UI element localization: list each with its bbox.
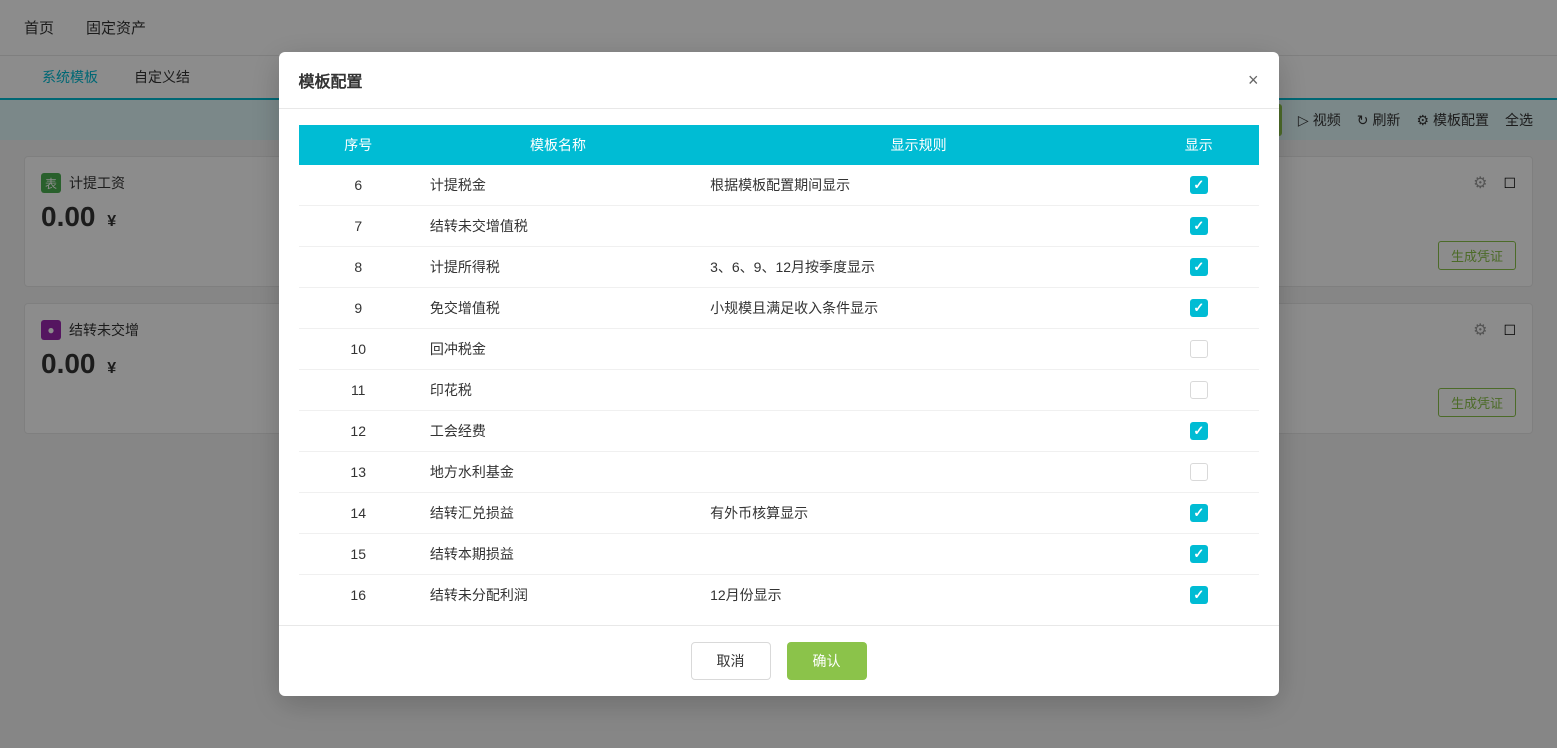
table-row: 15结转本期损益	[299, 534, 1259, 575]
row-name-1: 结转未交增值税	[418, 206, 698, 247]
modal-header: 模板配置 ×	[279, 52, 1279, 109]
row-check-5	[1139, 370, 1258, 411]
row-seq-3: 9	[299, 288, 418, 329]
modal-title: 模板配置	[299, 68, 363, 92]
row-name-3: 免交增值税	[418, 288, 698, 329]
row-seq-8: 14	[299, 493, 418, 534]
table-row: 14结转汇兑损益有外币核算显示	[299, 493, 1259, 534]
row-seq-10: 16	[299, 575, 418, 610]
row-rule-7	[698, 452, 1139, 493]
row-name-10: 结转未分配利润	[418, 575, 698, 610]
checkbox-checked-9[interactable]	[1190, 545, 1208, 563]
table-header-row: 序号 模板名称 显示规则 显示	[299, 125, 1259, 165]
row-check-1	[1139, 206, 1258, 247]
row-check-3	[1139, 288, 1258, 329]
checkbox-checked-3[interactable]	[1190, 299, 1208, 317]
row-name-6: 工会经费	[418, 411, 698, 452]
checkbox-checked-1[interactable]	[1190, 217, 1208, 235]
modal-footer: 取消 确认	[279, 625, 1279, 696]
table-scroll-container[interactable]: 序号 模板名称 显示规则 显示 6计提税金根据模板配置期间显示7结转未交增值税8…	[299, 109, 1259, 609]
table-row: 6计提税金根据模板配置期间显示	[299, 165, 1259, 206]
checkbox-checked-10[interactable]	[1190, 586, 1208, 604]
cancel-button[interactable]: 取消	[691, 642, 771, 680]
row-name-7: 地方水利基金	[418, 452, 698, 493]
row-check-2	[1139, 247, 1258, 288]
col-display: 显示	[1139, 125, 1258, 165]
checkbox-unchecked-7[interactable]	[1190, 463, 1208, 481]
row-rule-6	[698, 411, 1139, 452]
checkbox-checked-0[interactable]	[1190, 176, 1208, 194]
row-seq-7: 13	[299, 452, 418, 493]
checkbox-unchecked-4[interactable]	[1190, 340, 1208, 358]
row-check-4	[1139, 329, 1258, 370]
row-rule-9	[698, 534, 1139, 575]
checkbox-checked-6[interactable]	[1190, 422, 1208, 440]
table-row: 13地方水利基金	[299, 452, 1259, 493]
row-rule-0: 根据模板配置期间显示	[698, 165, 1139, 206]
checkbox-checked-2[interactable]	[1190, 258, 1208, 276]
table-row: 12工会经费	[299, 411, 1259, 452]
col-name: 模板名称	[418, 125, 698, 165]
table-row: 11印花税	[299, 370, 1259, 411]
checkbox-unchecked-5[interactable]	[1190, 381, 1208, 399]
row-name-4: 回冲税金	[418, 329, 698, 370]
col-rule: 显示规则	[698, 125, 1139, 165]
row-name-9: 结转本期损益	[418, 534, 698, 575]
row-rule-1	[698, 206, 1139, 247]
row-check-0	[1139, 165, 1258, 206]
row-rule-3: 小规模且满足收入条件显示	[698, 288, 1139, 329]
template-config-modal: 模板配置 × 序号 模板名称 显示规则 显示 6计提税金根据模板配置期间显	[279, 52, 1279, 696]
row-check-10	[1139, 575, 1258, 610]
row-seq-9: 15	[299, 534, 418, 575]
col-seq: 序号	[299, 125, 418, 165]
row-rule-4	[698, 329, 1139, 370]
row-check-7	[1139, 452, 1258, 493]
row-check-8	[1139, 493, 1258, 534]
table-body: 6计提税金根据模板配置期间显示7结转未交增值税8计提所得税3、6、9、12月按季…	[299, 165, 1259, 609]
modal-body: 序号 模板名称 显示规则 显示 6计提税金根据模板配置期间显示7结转未交增值税8…	[279, 109, 1279, 625]
modal-close-button[interactable]: ×	[1248, 71, 1259, 89]
row-name-8: 结转汇兑损益	[418, 493, 698, 534]
modal-overlay: 模板配置 × 序号 模板名称 显示规则 显示 6计提税金根据模板配置期间显	[0, 0, 1557, 748]
table-head: 序号 模板名称 显示规则 显示	[299, 125, 1259, 165]
table-row: 16结转未分配利润12月份显示	[299, 575, 1259, 610]
row-rule-2: 3、6、9、12月按季度显示	[698, 247, 1139, 288]
table-row: 8计提所得税3、6、9、12月按季度显示	[299, 247, 1259, 288]
table-row: 7结转未交增值税	[299, 206, 1259, 247]
confirm-button[interactable]: 确认	[787, 642, 867, 680]
row-seq-6: 12	[299, 411, 418, 452]
row-seq-2: 8	[299, 247, 418, 288]
checkbox-checked-8[interactable]	[1190, 504, 1208, 522]
row-name-2: 计提所得税	[418, 247, 698, 288]
row-name-5: 印花税	[418, 370, 698, 411]
row-seq-1: 7	[299, 206, 418, 247]
row-seq-5: 11	[299, 370, 418, 411]
row-seq-4: 10	[299, 329, 418, 370]
row-check-9	[1139, 534, 1258, 575]
row-check-6	[1139, 411, 1258, 452]
config-table: 序号 模板名称 显示规则 显示 6计提税金根据模板配置期间显示7结转未交增值税8…	[299, 125, 1259, 609]
table-row: 10回冲税金	[299, 329, 1259, 370]
row-seq-0: 6	[299, 165, 418, 206]
row-name-0: 计提税金	[418, 165, 698, 206]
row-rule-5	[698, 370, 1139, 411]
table-row: 9免交增值税小规模且满足收入条件显示	[299, 288, 1259, 329]
row-rule-8: 有外币核算显示	[698, 493, 1139, 534]
row-rule-10: 12月份显示	[698, 575, 1139, 610]
